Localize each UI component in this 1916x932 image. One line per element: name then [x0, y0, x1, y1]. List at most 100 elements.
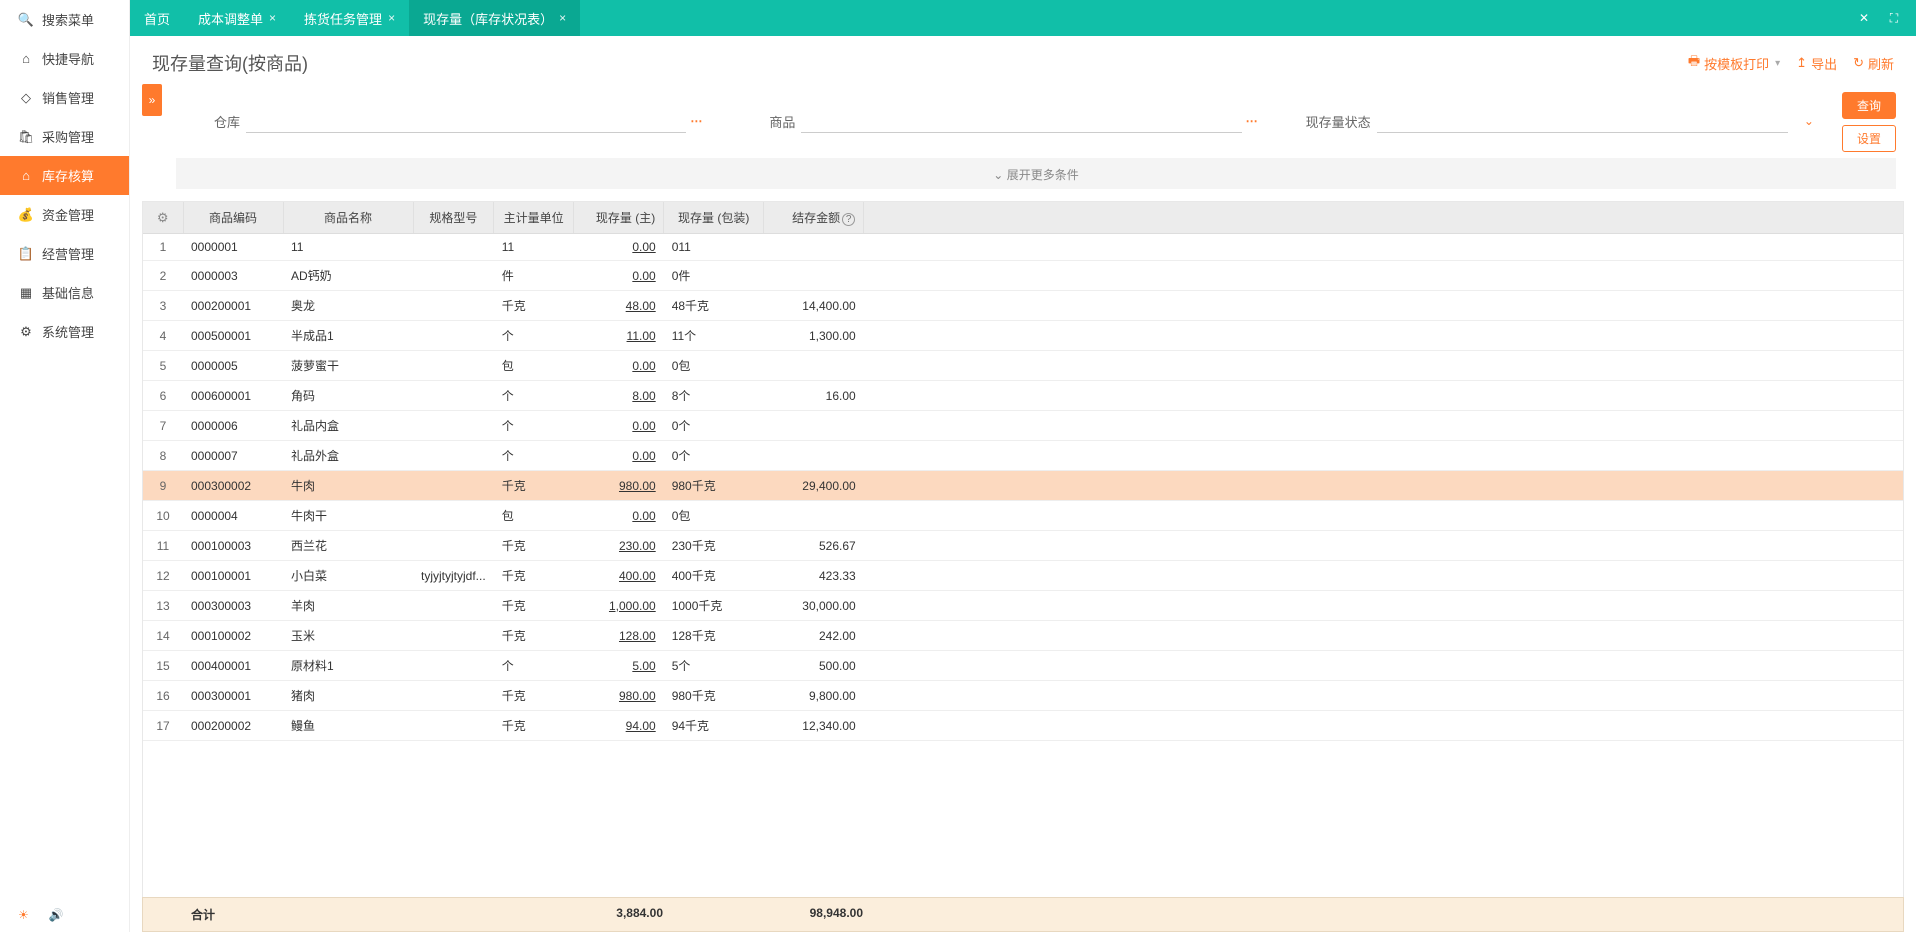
column-settings-icon[interactable]: ⚙	[143, 202, 183, 234]
cell-code: 000200001	[183, 291, 283, 321]
tab-label: 成本调整单	[198, 9, 263, 28]
cell-qty[interactable]: 48.00	[574, 291, 664, 321]
col-header-name[interactable]: 商品名称	[283, 202, 413, 234]
sidebar-item-search[interactable]: 🔍搜索菜单	[0, 0, 129, 39]
cell-qty[interactable]: 980.00	[574, 471, 664, 501]
cell-spec: tyjyjtyjtyjdf...	[413, 561, 494, 591]
row-index: 8	[143, 441, 183, 471]
cell-code: 000200002	[183, 711, 283, 741]
table-row[interactable]: 12000100001小白菜tyjyjtyjtyjdf...千克400.0040…	[143, 561, 1903, 591]
cell-unit: 千克	[494, 591, 574, 621]
table-row[interactable]: 100000004牛肉干包0.000包	[143, 501, 1903, 531]
table-row[interactable]: 9000300002牛肉千克980.00980千克29,400.00	[143, 471, 1903, 501]
cell-qty[interactable]: 0.00	[574, 501, 664, 531]
chevron-down-icon[interactable]: ⌄	[1788, 114, 1830, 128]
table-row[interactable]: 11000100003西兰花千克230.00230千克526.67	[143, 531, 1903, 561]
totals-row: 合计 3,884.00 98,948.00	[142, 897, 1904, 932]
cell-amt: 12,340.00	[764, 711, 864, 741]
table-row[interactable]: 17000200002鳗鱼千克94.0094千克12,340.00	[143, 711, 1903, 741]
tab-拣货任务管理[interactable]: 拣货任务管理×	[290, 0, 409, 36]
cell-amt	[764, 351, 864, 381]
speaker-icon[interactable]: 🔊	[49, 908, 64, 922]
cell-qty[interactable]: 1,000.00	[574, 591, 664, 621]
table-row[interactable]: 70000006礼品内盒个0.000个	[143, 411, 1903, 441]
cell-qty[interactable]: 94.00	[574, 711, 664, 741]
cell-qty[interactable]: 0.00	[574, 411, 664, 441]
cell-spec	[413, 321, 494, 351]
col-header-qty[interactable]: 现存量 (主)	[574, 202, 664, 234]
sidebar-item-house[interactable]: ⌂库存核算	[0, 156, 129, 195]
export-button[interactable]: ↥ 导出	[1796, 54, 1837, 73]
cell-qty[interactable]: 11.00	[574, 321, 664, 351]
status-select[interactable]	[1377, 109, 1788, 133]
table-row[interactable]: 20000003AD钙奶件0.000件	[143, 261, 1903, 291]
cell-qty[interactable]: 0.00	[574, 234, 664, 261]
printer-icon: 🖶	[1688, 52, 1700, 74]
close-icon[interactable]: ×	[559, 11, 566, 25]
table-row[interactable]: 80000007礼品外盒个0.000个	[143, 441, 1903, 471]
cell-qty[interactable]: 0.00	[574, 261, 664, 291]
sun-icon[interactable]: ☀	[18, 908, 29, 922]
table-row[interactable]: 16000300001猪肉千克980.00980千克9,800.00	[143, 681, 1903, 711]
col-header-spec[interactable]: 规格型号	[413, 202, 494, 234]
close-all-icon[interactable]: ✕	[1856, 10, 1872, 26]
tab-现存量（库存状况表）[interactable]: 现存量（库存状况表）×	[409, 0, 580, 36]
print-template-button[interactable]: 🖶 按模板打印 ▾	[1688, 52, 1780, 74]
expand-more-conditions[interactable]: 展开更多条件	[176, 158, 1896, 189]
cell-qty[interactable]: 5.00	[574, 651, 664, 681]
cell-qty[interactable]: 0.00	[574, 351, 664, 381]
table-row[interactable]: 15000400001原材料1个5.005个500.00	[143, 651, 1903, 681]
table-row[interactable]: 14000100002玉米千克128.00128千克242.00	[143, 621, 1903, 651]
sidebar-item-grid[interactable]: ▦基础信息	[0, 273, 129, 312]
sidebar-item-clipboard[interactable]: 📋经营管理	[0, 234, 129, 273]
cell-qty[interactable]: 0.00	[574, 441, 664, 471]
fullscreen-icon[interactable]: ⛶	[1886, 10, 1902, 26]
close-icon[interactable]: ×	[269, 11, 276, 25]
cell-amt: 242.00	[764, 621, 864, 651]
col-header-code[interactable]: 商品编码	[183, 202, 283, 234]
cell-qty[interactable]: 230.00	[574, 531, 664, 561]
cell-qty[interactable]: 128.00	[574, 621, 664, 651]
cell-name: 11	[283, 234, 413, 261]
warehouse-input[interactable]	[246, 109, 686, 133]
help-icon[interactable]: ?	[842, 213, 855, 226]
cell-spec	[413, 411, 494, 441]
cell-pkg: 1000千克	[664, 591, 764, 621]
cell-unit: 千克	[494, 291, 574, 321]
settings-button[interactable]: 设置	[1842, 125, 1896, 152]
cell-qty[interactable]: 8.00	[574, 381, 664, 411]
cell-qty[interactable]: 980.00	[574, 681, 664, 711]
clipboard-icon: 📋	[18, 246, 34, 262]
sidebar-item-bag[interactable]: 🛍采购管理	[0, 117, 129, 156]
cell-spec	[413, 681, 494, 711]
table-row[interactable]: 50000005菠萝蜜干包0.000包	[143, 351, 1903, 381]
row-index: 9	[143, 471, 183, 501]
warehouse-picker-icon[interactable]: ⋯	[686, 114, 719, 128]
table-row[interactable]: 1000000111110.00011	[143, 234, 1903, 261]
table-row[interactable]: 6000600001角码个8.008个16.00	[143, 381, 1903, 411]
query-button[interactable]: 查询	[1842, 92, 1896, 119]
col-header-amt[interactable]: 结存金额?	[764, 202, 864, 234]
collapse-filter-button[interactable]: »	[142, 84, 162, 116]
cell-qty[interactable]: 400.00	[574, 561, 664, 591]
sidebar-item-money[interactable]: 💰资金管理	[0, 195, 129, 234]
sidebar-item-gear[interactable]: ⚙系统管理	[0, 312, 129, 351]
cell-name: 西兰花	[283, 531, 413, 561]
sidebar: 🔍搜索菜单⌂快捷导航◇销售管理🛍采购管理⌂库存核算💰资金管理📋经营管理▦基础信息…	[0, 0, 130, 932]
warehouse-label: 仓库	[176, 112, 246, 131]
tab-首页[interactable]: 首页	[130, 0, 184, 36]
sidebar-item-tag[interactable]: ◇销售管理	[0, 78, 129, 117]
refresh-button[interactable]: ↻ 刷新	[1853, 54, 1894, 73]
col-header-pkg[interactable]: 现存量 (包装)	[664, 202, 764, 234]
table-row[interactable]: 3000200001奥龙千克48.0048千克14,400.00	[143, 291, 1903, 321]
sidebar-item-home[interactable]: ⌂快捷导航	[0, 39, 129, 78]
product-picker-icon[interactable]: ⋯	[1242, 114, 1275, 128]
close-icon[interactable]: ×	[388, 11, 395, 25]
table-row[interactable]: 13000300003羊肉千克1,000.001000千克30,000.00	[143, 591, 1903, 621]
tab-成本调整单[interactable]: 成本调整单 ×	[184, 0, 290, 36]
col-header-unit[interactable]: 主计量单位	[494, 202, 574, 234]
cell-pkg: 0件	[664, 261, 764, 291]
product-input[interactable]	[801, 109, 1241, 133]
cell-name: 半成品1	[283, 321, 413, 351]
table-row[interactable]: 4000500001半成品1个11.0011个1,300.00	[143, 321, 1903, 351]
